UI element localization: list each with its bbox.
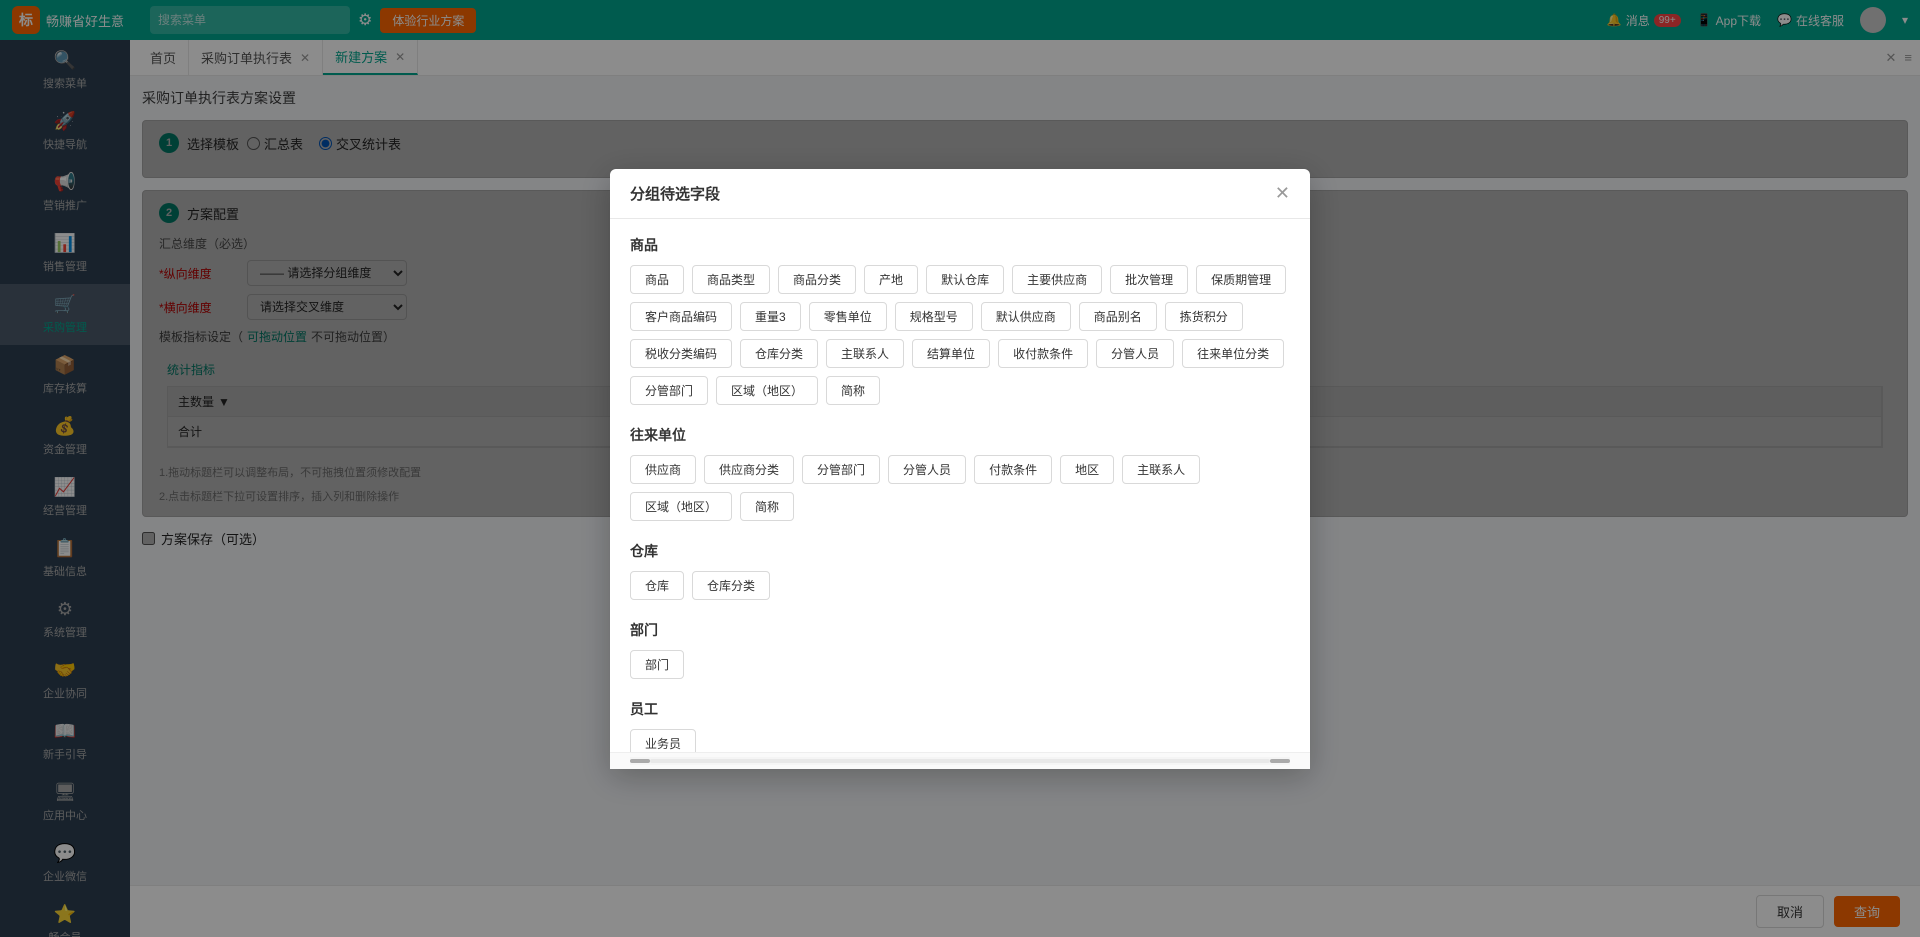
field-tag-partner-shortname[interactable]: 简称	[740, 492, 794, 521]
field-tag-main-supplier[interactable]: 主要供应商	[1012, 265, 1102, 294]
field-tag-partner-region[interactable]: 区域（地区）	[630, 492, 732, 521]
field-tag-product[interactable]: 商品	[630, 265, 684, 294]
field-tag-spec-model[interactable]: 规格型号	[895, 302, 973, 331]
field-tag-payment-condition[interactable]: 付款条件	[974, 455, 1052, 484]
field-group-product-title: 商品	[630, 235, 1290, 255]
field-group-partner-title: 往来单位	[630, 425, 1290, 445]
field-tag-default-supplier[interactable]: 默认供应商	[981, 302, 1071, 331]
field-tag-product-alias[interactable]: 商品别名	[1079, 302, 1157, 331]
field-tag-tax-code[interactable]: 税收分类编码	[630, 339, 732, 368]
field-tag-product-category[interactable]: 商品分类	[778, 265, 856, 294]
field-group-employee-title: 员工	[630, 699, 1290, 719]
field-tag-salesperson[interactable]: 业务员	[630, 729, 696, 752]
field-tag-short-name[interactable]: 简称	[826, 376, 880, 405]
field-group-department: 部门 部门	[630, 620, 1290, 679]
field-tag-partner-supervisor[interactable]: 分管人员	[888, 455, 966, 484]
field-tag-partner-dept[interactable]: 分管部门	[802, 455, 880, 484]
field-tag-warehouse-category[interactable]: 仓库分类	[740, 339, 818, 368]
field-group-department-title: 部门	[630, 620, 1290, 640]
field-group-warehouse: 仓库 仓库 仓库分类	[630, 541, 1290, 600]
field-tag-default-warehouse[interactable]: 默认仓库	[926, 265, 1004, 294]
field-tag-expiry-manage[interactable]: 保质期管理	[1196, 265, 1286, 294]
field-tag-department[interactable]: 部门	[630, 650, 684, 679]
field-tag-customer-code[interactable]: 客户商品编码	[630, 302, 732, 331]
field-tag-partner-category[interactable]: 往来单位分类	[1182, 339, 1284, 368]
field-tag-product-type[interactable]: 商品类型	[692, 265, 770, 294]
field-tags-department: 部门	[630, 650, 1290, 679]
field-tags-partner: 供应商 供应商分类 分管部门 分管人员 付款条件 地区 主联系人 区域（地区） …	[630, 455, 1290, 521]
field-group-product: 商品 商品 商品类型 商品分类 产地 默认仓库 主要供应商 批次管理 保质期管理…	[630, 235, 1290, 405]
modal-body[interactable]: 商品 商品 商品类型 商品分类 产地 默认仓库 主要供应商 批次管理 保质期管理…	[610, 219, 1310, 752]
field-tag-supervisor[interactable]: 分管人员	[1096, 339, 1174, 368]
field-tag-payment-terms[interactable]: 收付款条件	[998, 339, 1088, 368]
field-tag-warehouse[interactable]: 仓库	[630, 571, 684, 600]
field-tags-warehouse: 仓库 仓库分类	[630, 571, 1290, 600]
modal-field-selector: 分组待选字段 ✕ 商品 商品 商品类型 商品分类 产地 默认仓库 主要供应商 批…	[610, 169, 1310, 769]
field-tag-weight3[interactable]: 重量3	[740, 302, 801, 331]
field-tag-warehouse-type[interactable]: 仓库分类	[692, 571, 770, 600]
modal-scrollbar-horizontal[interactable]	[630, 757, 1290, 765]
scrollbar-track	[650, 759, 1270, 763]
field-group-partner: 往来单位 供应商 供应商分类 分管部门 分管人员 付款条件 地区 主联系人 区域…	[630, 425, 1290, 521]
field-tag-region[interactable]: 区域（地区）	[716, 376, 818, 405]
field-tag-retail-unit[interactable]: 零售单位	[809, 302, 887, 331]
field-tags-employee: 业务员	[630, 729, 1290, 752]
field-group-warehouse-title: 仓库	[630, 541, 1290, 561]
field-tag-partner-contact[interactable]: 主联系人	[1122, 455, 1200, 484]
modal-close-button[interactable]: ✕	[1275, 183, 1290, 204]
field-tag-main-contact[interactable]: 主联系人	[826, 339, 904, 368]
modal-title: 分组待选字段	[630, 183, 720, 204]
field-tag-supplier[interactable]: 供应商	[630, 455, 696, 484]
field-tag-area[interactable]: 地区	[1060, 455, 1114, 484]
field-tag-supplier-category[interactable]: 供应商分类	[704, 455, 794, 484]
field-tag-origin[interactable]: 产地	[864, 265, 918, 294]
field-tag-settlement-unit[interactable]: 结算单位	[912, 339, 990, 368]
field-tag-pick-points[interactable]: 拣货积分	[1165, 302, 1243, 331]
field-tags-product: 商品 商品类型 商品分类 产地 默认仓库 主要供应商 批次管理 保质期管理 客户…	[630, 265, 1290, 405]
modal-header: 分组待选字段 ✕	[610, 169, 1310, 219]
field-group-employee: 员工 业务员	[630, 699, 1290, 752]
field-tag-batch-manage[interactable]: 批次管理	[1110, 265, 1188, 294]
field-tag-dept[interactable]: 分管部门	[630, 376, 708, 405]
